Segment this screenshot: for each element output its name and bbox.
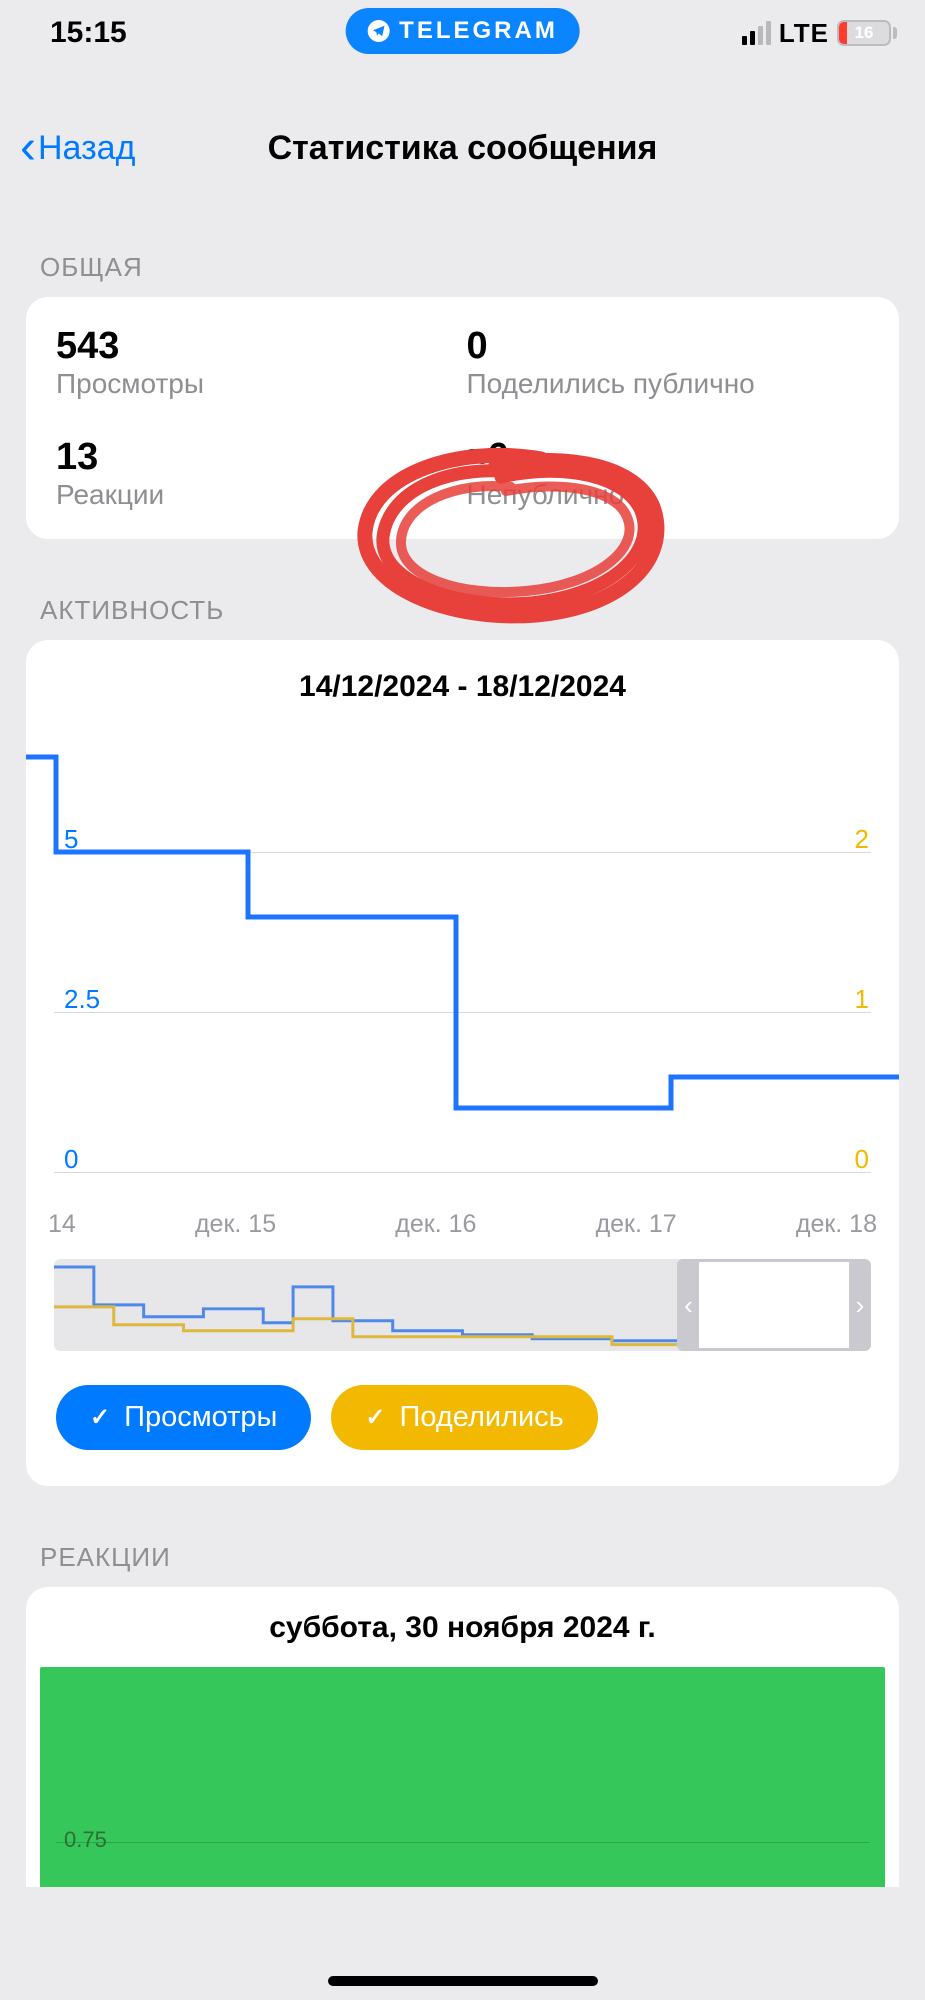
legend-shares-toggle[interactable]: ✓ Поделились — [331, 1385, 597, 1450]
x-tick: дек. 16 — [395, 1210, 476, 1239]
legend-views-toggle[interactable]: ✓ Просмотры — [56, 1385, 311, 1450]
reactions-card: суббота, 30 ноября 2024 г. 0.75 — [26, 1587, 899, 1887]
reactions-y-tick: 0.75 — [64, 1827, 107, 1853]
cellular-signal-icon — [742, 21, 771, 45]
home-indicator[interactable] — [328, 1976, 598, 1986]
overall-card: 543 Просмотры 0 Поделились публично 13 Р… — [26, 297, 899, 539]
status-time: 15:15 — [50, 16, 127, 50]
reactions-heading: РЕАКЦИИ — [0, 1486, 925, 1587]
stat-reactions-label: Реакции — [56, 479, 459, 511]
stat-public-shares: 0 Поделились публично — [467, 325, 870, 400]
telegram-pill-label: TELEGRAM — [399, 17, 558, 45]
back-button[interactable]: ‹ Назад — [20, 129, 135, 168]
stat-public-shares-value: 0 — [467, 325, 870, 368]
x-tick: дек. 15 — [195, 1210, 276, 1239]
overall-heading: ОБЩАЯ — [0, 196, 925, 297]
telegram-pill[interactable]: TELEGRAM — [345, 8, 580, 54]
activity-chart[interactable]: 5 2.5 0 2 1 0 — [26, 732, 899, 1202]
reactions-date-title: суббота, 30 ноября 2024 г. — [26, 1607, 899, 1657]
x-tick: дек. 17 — [596, 1210, 677, 1239]
range-scrubber[interactable]: ‹ › — [54, 1259, 871, 1351]
telegram-plane-icon — [367, 20, 389, 42]
activity-heading: АКТИВНОСТЬ — [0, 539, 925, 640]
chevron-left-icon: ‹ — [684, 1290, 693, 1321]
range-handle-left[interactable]: ‹ — [677, 1259, 699, 1351]
stat-public-shares-label: Поделились публично — [467, 368, 870, 400]
legend-shares-label: Поделились — [400, 1401, 564, 1434]
stat-reactions-value: 13 — [56, 436, 459, 479]
activity-date-range: 14/12/2024 - 18/12/2024 — [26, 664, 899, 712]
battery-icon: 16 — [837, 20, 897, 46]
legend-views-label: Просмотры — [124, 1401, 277, 1434]
check-icon: ✓ — [365, 1403, 385, 1432]
activity-x-axis: 14 дек. 15 дек. 16 дек. 17 дек. 18 — [26, 1202, 899, 1239]
stat-private-shares-label: Непублично — [467, 479, 870, 511]
back-label: Назад — [38, 129, 135, 168]
reactions-chart[interactable]: 0.75 — [40, 1667, 885, 1887]
activity-chart-svg — [26, 732, 899, 1202]
x-tick: 14 — [48, 1210, 76, 1239]
activity-card: 14/12/2024 - 18/12/2024 5 2.5 0 2 1 0 14… — [26, 640, 899, 1486]
stat-views: 543 Просмотры — [56, 325, 459, 400]
range-handle-right[interactable]: › — [849, 1259, 871, 1351]
stat-private-shares-value: ≈6 — [467, 436, 870, 479]
stat-private-shares: ≈6 Непублично — [467, 436, 870, 511]
stat-reactions: 13 Реакции — [56, 436, 459, 511]
network-label: LTE — [779, 18, 829, 49]
x-tick: дек. 18 — [796, 1210, 877, 1239]
page-title: Статистика сообщения — [268, 129, 658, 168]
check-icon: ✓ — [90, 1403, 110, 1432]
chevron-left-icon: ‹ — [20, 136, 36, 160]
activity-legend: ✓ Просмотры ✓ Поделились — [26, 1351, 899, 1458]
chevron-right-icon: › — [856, 1290, 865, 1321]
status-right: LTE 16 — [742, 18, 897, 49]
page-header: ‹ Назад Статистика сообщения — [0, 100, 925, 196]
stat-views-label: Просмотры — [56, 368, 459, 400]
stat-views-value: 543 — [56, 325, 459, 368]
battery-percent: 16 — [839, 22, 889, 44]
